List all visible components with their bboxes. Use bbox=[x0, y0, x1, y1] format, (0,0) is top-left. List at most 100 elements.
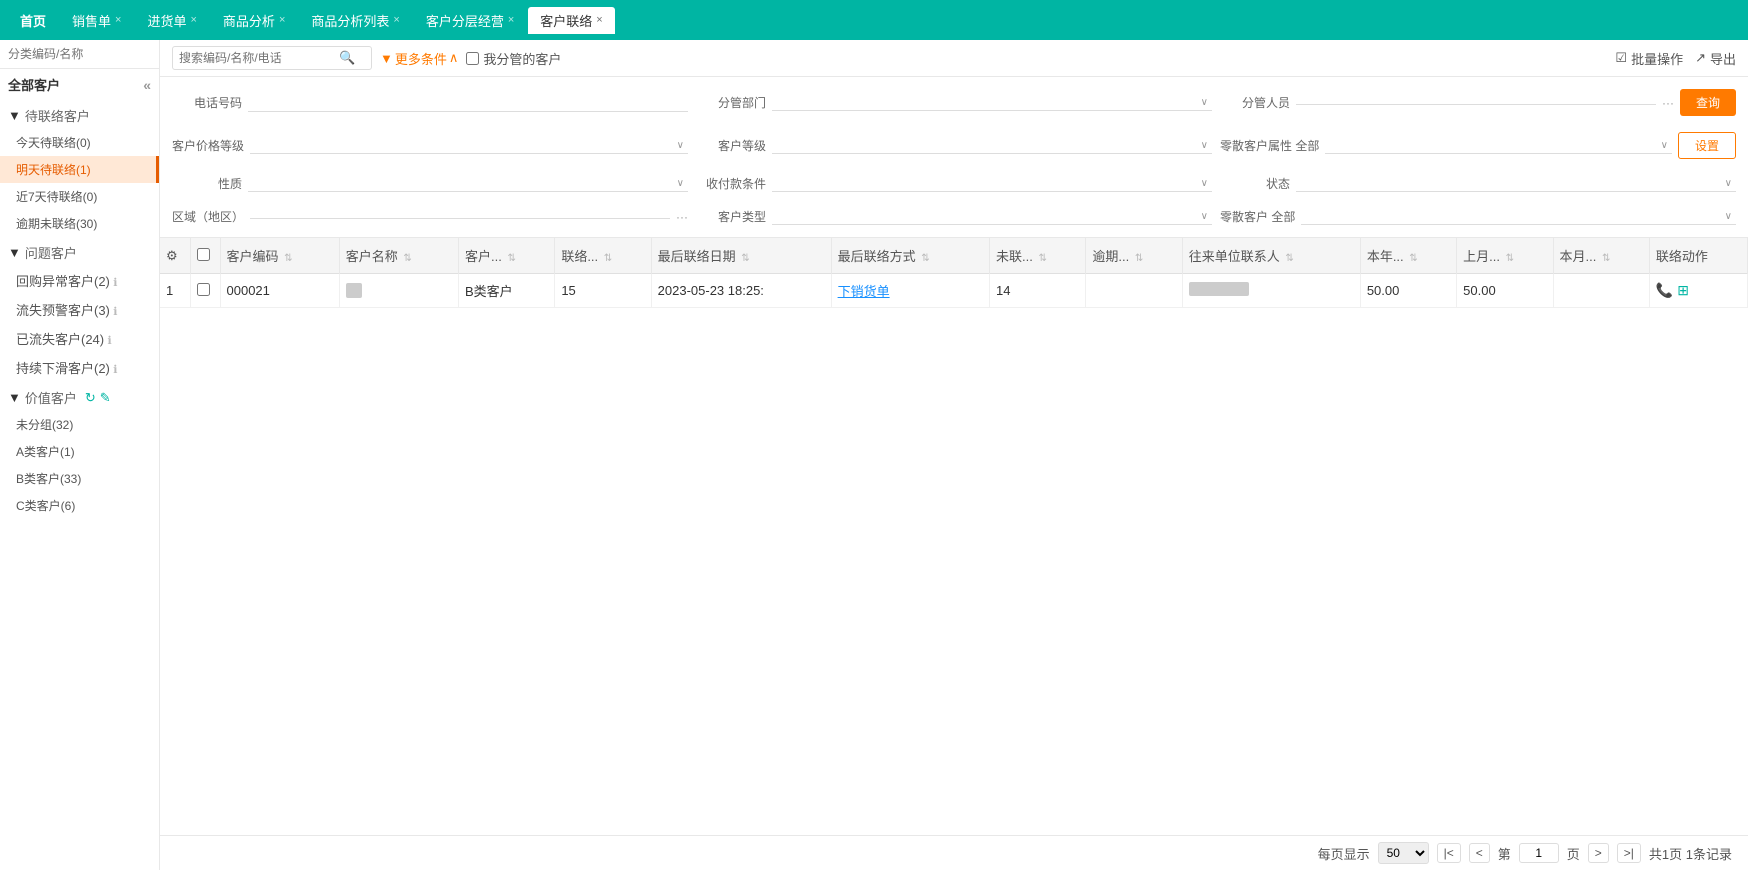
query-button[interactable]: 查询 bbox=[1680, 89, 1736, 116]
per-page-select[interactable]: 50 20 100 200 bbox=[1378, 842, 1429, 864]
select-all-checkbox[interactable] bbox=[197, 248, 210, 261]
sidebar-item-churned[interactable]: 已流失客户(24) ℹ bbox=[0, 324, 159, 353]
search-icon[interactable]: 🔍 bbox=[339, 50, 355, 66]
sidebar-item-unclassified[interactable]: 未分组(32) bbox=[0, 411, 159, 438]
col-overdue[interactable]: 逾期... ⇅ bbox=[1086, 238, 1182, 274]
more-conditions-btn[interactable]: ▼ 更多条件 ∧ bbox=[380, 49, 458, 68]
sidebar-item-overdue[interactable]: 逾期未联络(30) bbox=[0, 210, 159, 237]
value-group-triangle: ▼ bbox=[8, 390, 21, 405]
sidebar-item-7days[interactable]: 近7天待联络(0) bbox=[0, 183, 159, 210]
col-name[interactable]: 客户名称 ⇅ bbox=[339, 238, 458, 274]
my-customers-checkbox[interactable]: 我分管的客户 bbox=[466, 49, 561, 68]
col-no-contact[interactable]: 未联... ⇅ bbox=[990, 238, 1086, 274]
sidebar-item-tomorrow[interactable]: 明天待联络(1) bbox=[0, 156, 159, 183]
filter-region-input[interactable] bbox=[250, 214, 670, 219]
sort-no-contact-icon: ⇅ bbox=[1039, 253, 1047, 264]
filter-retail-attr: 零散客户属性 全部 ∨ 设置 bbox=[1220, 128, 1736, 163]
edit-icon[interactable]: ✎ bbox=[100, 390, 111, 406]
col-contacts[interactable]: 联络... ⇅ bbox=[555, 238, 651, 274]
col-this-month[interactable]: 本月... ⇅ bbox=[1553, 238, 1649, 274]
row-last-method[interactable]: 下销货单 bbox=[831, 274, 989, 308]
sort-unit-contact-icon: ⇅ bbox=[1285, 253, 1293, 264]
phone-action-icon[interactable]: 📞 bbox=[1656, 282, 1673, 299]
settings-icon[interactable]: ⚙ bbox=[166, 248, 178, 263]
main-layout: 🔍 全部客户 « ▼ 待联络客户 今天待联络(0) 明天待联络(1) 近7天待联… bbox=[0, 40, 1748, 870]
col-checkbox bbox=[190, 238, 220, 274]
sidebar-item-abnormal[interactable]: 回购异常客户(2) ℹ bbox=[0, 266, 159, 295]
prev-page-btn[interactable]: < bbox=[1469, 843, 1490, 863]
col-last-date[interactable]: 最后联络日期 ⇅ bbox=[651, 238, 831, 274]
col-setting[interactable]: ⚙ bbox=[160, 238, 190, 274]
page-suffix: 页 bbox=[1567, 844, 1580, 863]
grid-action-icon[interactable]: ⊞ bbox=[1677, 282, 1689, 299]
col-code[interactable]: 客户编码 ⇅ bbox=[220, 238, 339, 274]
close-product-list-icon[interactable]: × bbox=[393, 14, 399, 26]
col-this-year[interactable]: 本年... ⇅ bbox=[1360, 238, 1456, 274]
first-page-btn[interactable]: |< bbox=[1437, 843, 1461, 863]
col-last-method[interactable]: 最后联络方式 ⇅ bbox=[831, 238, 989, 274]
sidebar-item-declining[interactable]: 持续下滑客户(2) ℹ bbox=[0, 353, 159, 382]
retail-attr-chevron-icon: ∨ bbox=[1661, 140, 1668, 151]
nav-product-list[interactable]: 商品分析列表 × bbox=[299, 7, 411, 34]
export-btn[interactable]: ↗ 导出 bbox=[1695, 49, 1736, 68]
my-customers-check[interactable] bbox=[466, 52, 479, 65]
filter-region-ellipsis[interactable]: ··· bbox=[676, 210, 688, 224]
nature-chevron-icon: ∨ bbox=[677, 178, 684, 189]
filter-status-label: 状态 bbox=[1220, 175, 1290, 192]
sidebar-item-class-c[interactable]: C类客户(6) bbox=[0, 492, 159, 519]
close-customer-contact-icon[interactable]: × bbox=[596, 14, 602, 26]
close-sales-icon[interactable]: × bbox=[115, 14, 121, 26]
row-code[interactable]: 000021 bbox=[220, 274, 339, 308]
filter-phone-input[interactable] bbox=[248, 93, 688, 112]
next-page-btn[interactable]: > bbox=[1588, 843, 1609, 863]
filter-dept-select[interactable]: ∨ bbox=[772, 95, 1212, 111]
search-input[interactable] bbox=[179, 51, 339, 65]
filter-retail-customer-select[interactable]: ∨ bbox=[1301, 209, 1736, 225]
pending-group-label: ▼ 待联络客户 bbox=[0, 100, 159, 129]
sidebar-item-churn-warning[interactable]: 流失预警客户(3) ℹ bbox=[0, 295, 159, 324]
refresh-icon[interactable]: ↻ bbox=[85, 390, 96, 406]
close-purchase-icon[interactable]: × bbox=[190, 14, 196, 26]
row-no-contact: 14 bbox=[990, 274, 1086, 308]
filter-nature-select[interactable]: ∨ bbox=[248, 176, 688, 192]
filter-retail-attr-select[interactable]: ∨ bbox=[1325, 138, 1672, 154]
col-type[interactable]: 客户... ⇅ bbox=[458, 238, 554, 274]
close-customer-layer-icon[interactable]: × bbox=[508, 14, 514, 26]
last-page-btn[interactable]: >| bbox=[1617, 843, 1641, 863]
filter-price-level-select[interactable]: ∨ bbox=[250, 138, 688, 154]
nav-customer-layer[interactable]: 客户分层经营 × bbox=[414, 7, 526, 34]
close-product-analysis-icon[interactable]: × bbox=[279, 14, 285, 26]
page-input[interactable] bbox=[1519, 843, 1559, 863]
filter-customer-level-select[interactable]: ∨ bbox=[772, 138, 1212, 154]
nav-product-analysis[interactable]: 商品分析 × bbox=[211, 7, 297, 34]
row-select-checkbox[interactable] bbox=[197, 283, 210, 296]
all-customers-title[interactable]: 全部客户 « bbox=[0, 69, 159, 100]
nav-sales[interactable]: 销售单 × bbox=[60, 7, 133, 34]
row-name[interactable]: Ea bbox=[339, 274, 458, 308]
nav-home[interactable]: 首页 bbox=[8, 7, 58, 34]
filter-payment-select[interactable]: ∨ bbox=[772, 176, 1212, 192]
col-unit-contact[interactable]: 往来单位联系人 ⇅ bbox=[1182, 238, 1360, 274]
sidebar-item-class-a[interactable]: A类客户(1) bbox=[0, 438, 159, 465]
total-label: 共1页 1条记录 bbox=[1649, 844, 1732, 863]
filter-manager-input[interactable] bbox=[1296, 100, 1656, 105]
nav-purchase[interactable]: 进货单 × bbox=[135, 7, 208, 34]
set-button[interactable]: 设置 bbox=[1678, 132, 1736, 159]
col-last-month[interactable]: 上月... ⇅ bbox=[1457, 238, 1553, 274]
pending-group-triangle: ▼ bbox=[8, 108, 21, 123]
nav-customer-contact[interactable]: 客户联络 × bbox=[528, 7, 614, 34]
batch-ops-btn[interactable]: ☑ 批量操作 bbox=[1615, 49, 1683, 68]
filter-nature: 性质 ∨ bbox=[172, 171, 688, 196]
filter-manager-ellipsis[interactable]: ··· bbox=[1662, 96, 1674, 110]
per-page-label: 每页显示 bbox=[1318, 844, 1370, 863]
sidebar-search-input[interactable] bbox=[8, 47, 160, 61]
info-icon-churn-warning: ℹ bbox=[113, 306, 117, 318]
content-area: 🔍 ▼ 更多条件 ∧ 我分管的客户 ☑ 批量操作 ↗ 导出 bbox=[160, 40, 1748, 870]
filter-customer-type-select[interactable]: ∨ bbox=[772, 209, 1212, 225]
filter-status-select[interactable]: ∨ bbox=[1296, 176, 1736, 192]
sidebar-item-class-b[interactable]: B类客户(33) bbox=[0, 465, 159, 492]
sidebar-item-today[interactable]: 今天待联络(0) bbox=[0, 129, 159, 156]
filter-phone: 电话号码 bbox=[172, 85, 688, 120]
right-actions: ☑ 批量操作 ↗ 导出 bbox=[1615, 49, 1736, 68]
filter-region: 区域（地区） ··· bbox=[172, 204, 688, 229]
